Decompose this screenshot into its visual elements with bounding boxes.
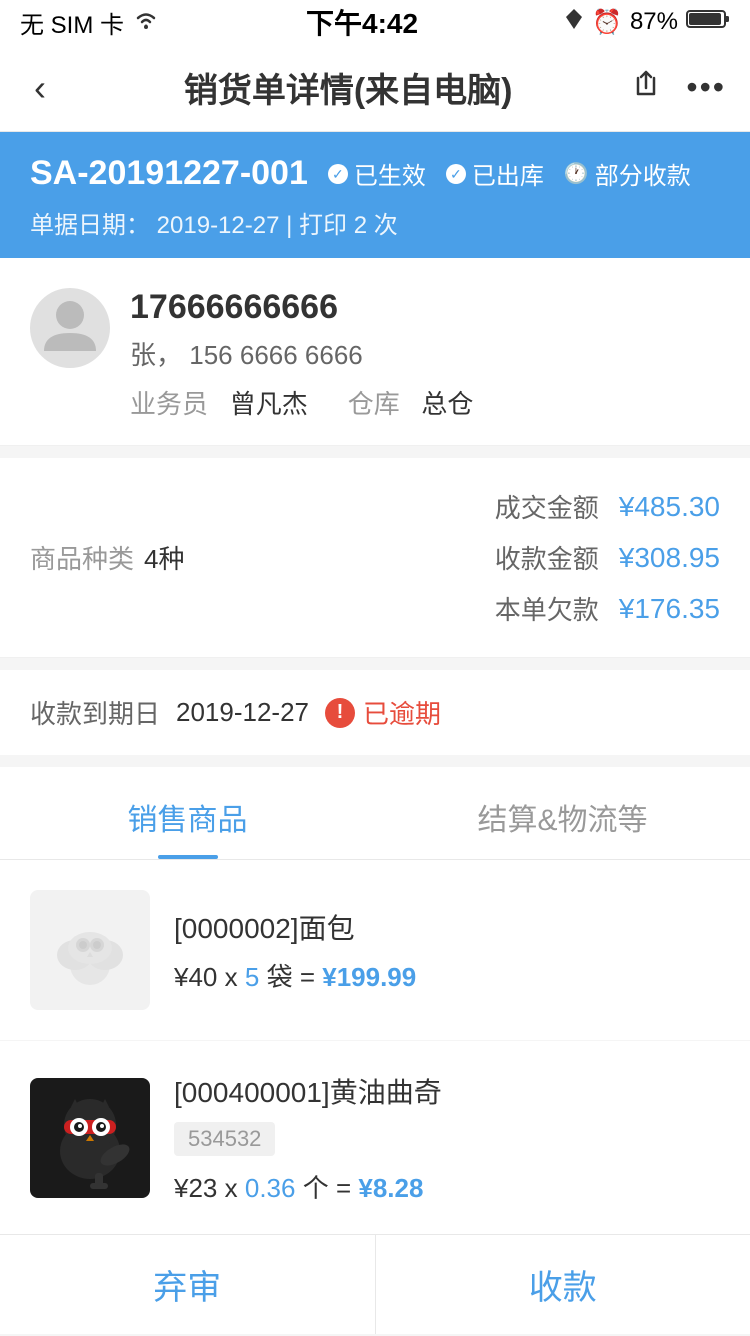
nav-actions: ••• [630, 68, 726, 108]
summary-section: 商品种类 4种 成交金额 ¥485.30 收款金额 ¥308.95 本单欠款 ¥… [0, 446, 750, 658]
order-date: 2019-12-27 [157, 212, 280, 239]
status-bar: 无 SIM 卡 下午4:42 ⏰ 87% [0, 0, 750, 44]
alarm-icon: ⏰ [592, 8, 622, 37]
bottom-bar: 弃审 收款 [0, 1234, 750, 1334]
nav-bar: ‹ 销货单详情(来自电脑) ••• [0, 44, 750, 132]
status-left: 无 SIM 卡 [20, 5, 160, 40]
wifi-icon [132, 8, 160, 37]
back-button[interactable]: ‹ [24, 57, 56, 119]
battery-icon [686, 8, 730, 37]
warehouse-label: 仓库 [348, 389, 400, 419]
summary-left: 商品种类 4种 [30, 539, 184, 576]
customer-meta: 业务员 曾凡杰 仓库 总仓 [130, 384, 720, 421]
salesperson-value: 曾凡杰 [230, 389, 308, 419]
product-price-bread: ¥40 x 5 袋 = ¥199.99 [174, 957, 720, 994]
more-icon[interactable]: ••• [686, 69, 726, 106]
tab-settlement[interactable]: 结算&物流等 [375, 767, 750, 859]
collect-button[interactable]: 收款 [376, 1235, 750, 1334]
product-type-label: 商品种类 [30, 539, 134, 576]
customer-name-phone: 张， 156 6666 6666 [130, 335, 720, 372]
product-count: 4种 [144, 539, 184, 576]
due-date-label: 收款到期日 [30, 694, 160, 731]
salesperson-label: 业务员 [130, 389, 208, 419]
products-list: [0000002]面包 ¥40 x 5 袋 = ¥199.99 [0, 860, 750, 1236]
summary-right: 成交金额 ¥485.30 收款金额 ¥308.95 本单欠款 ¥176.35 [495, 488, 720, 627]
overdue-icon: ! [325, 698, 355, 728]
deal-amount-value: ¥485.30 [619, 491, 720, 523]
order-id: SA-20191227-001 [30, 154, 308, 193]
date-label: 单据日期： [30, 212, 150, 239]
customer-section: 17666666666 张， 156 6666 6666 业务员 曾凡杰 仓库 … [0, 258, 750, 446]
product-name-cookie: [000400001]黄油曲奇 [174, 1071, 720, 1111]
print-suffix: 次 [374, 212, 398, 239]
share-icon[interactable] [630, 68, 662, 108]
sim-label: 无 SIM 卡 [20, 5, 124, 40]
page-title: 销货单详情(来自电脑) [66, 63, 630, 112]
overdue-badge: ! 已逾期 [325, 694, 441, 731]
warehouse-value: 总仓 [421, 389, 473, 419]
deal-amount-row: 成交金额 ¥485.30 [495, 488, 720, 525]
product-sku: 534532 [174, 1122, 275, 1156]
customer-info: 17666666666 张， 156 6666 6666 业务员 曾凡杰 仓库 … [130, 288, 720, 421]
owed-label: 本单欠款 [495, 590, 599, 627]
print-label: | 打印 [286, 212, 347, 239]
product-item-cookie: [000400001]黄油曲奇 534532 ¥23 x 0.36 个 = ¥8… [0, 1041, 750, 1236]
summary-row: 商品种类 4种 成交金额 ¥485.30 收款金额 ¥308.95 本单欠款 ¥… [30, 488, 720, 627]
customer-id: 17666666666 [130, 288, 720, 327]
product-image-cookie [30, 1078, 150, 1198]
header-banner: SA-20191227-001 ✓ 已生效 ✓ 已出库 🕐 部分收款 单据日期：… [0, 132, 750, 258]
tabs-section: 销售商品 结算&物流等 [0, 767, 750, 860]
badge-effective: ✓ 已生效 [328, 156, 426, 191]
owed-value: ¥176.35 [619, 593, 720, 625]
product-price-cookie: ¥23 x 0.36 个 = ¥8.28 [174, 1168, 720, 1205]
overdue-text: 已逾期 [363, 694, 441, 731]
owed-row: 本单欠款 ¥176.35 [495, 590, 720, 627]
tab-sales-products[interactable]: 销售商品 [0, 767, 375, 859]
user-icon [40, 293, 100, 364]
badge-shipped: ✓ 已出库 [446, 156, 544, 191]
due-date-value: 2019-12-27 [176, 697, 309, 728]
product-image-bread [30, 890, 150, 1010]
deal-amount-label: 成交金额 [495, 488, 599, 525]
received-label: 收款金额 [495, 539, 599, 576]
print-count: 2 [354, 212, 367, 239]
reject-button[interactable]: 弃审 [0, 1235, 376, 1334]
status-time: 下午4:42 [306, 2, 418, 42]
status-right: ⏰ 87% [564, 7, 730, 38]
received-row: 收款金额 ¥308.95 [495, 539, 720, 576]
received-value: ¥308.95 [619, 542, 720, 574]
location-icon [564, 7, 584, 38]
battery-label: 87% [630, 8, 678, 36]
order-date-row: 单据日期： 2019-12-27 | 打印 2 次 [30, 205, 720, 240]
product-item: [0000002]面包 ¥40 x 5 袋 = ¥199.99 [0, 860, 750, 1041]
product-name-bread: [0000002]面包 [174, 907, 720, 947]
product-info-cookie: [000400001]黄油曲奇 534532 ¥23 x 0.36 个 = ¥8… [174, 1071, 720, 1205]
product-info-bread: [0000002]面包 ¥40 x 5 袋 = ¥199.99 [174, 907, 720, 994]
badge-partial: 🕐 部分收款 [564, 156, 691, 191]
avatar [30, 288, 110, 368]
due-section: 收款到期日 2019-12-27 ! 已逾期 [0, 658, 750, 767]
